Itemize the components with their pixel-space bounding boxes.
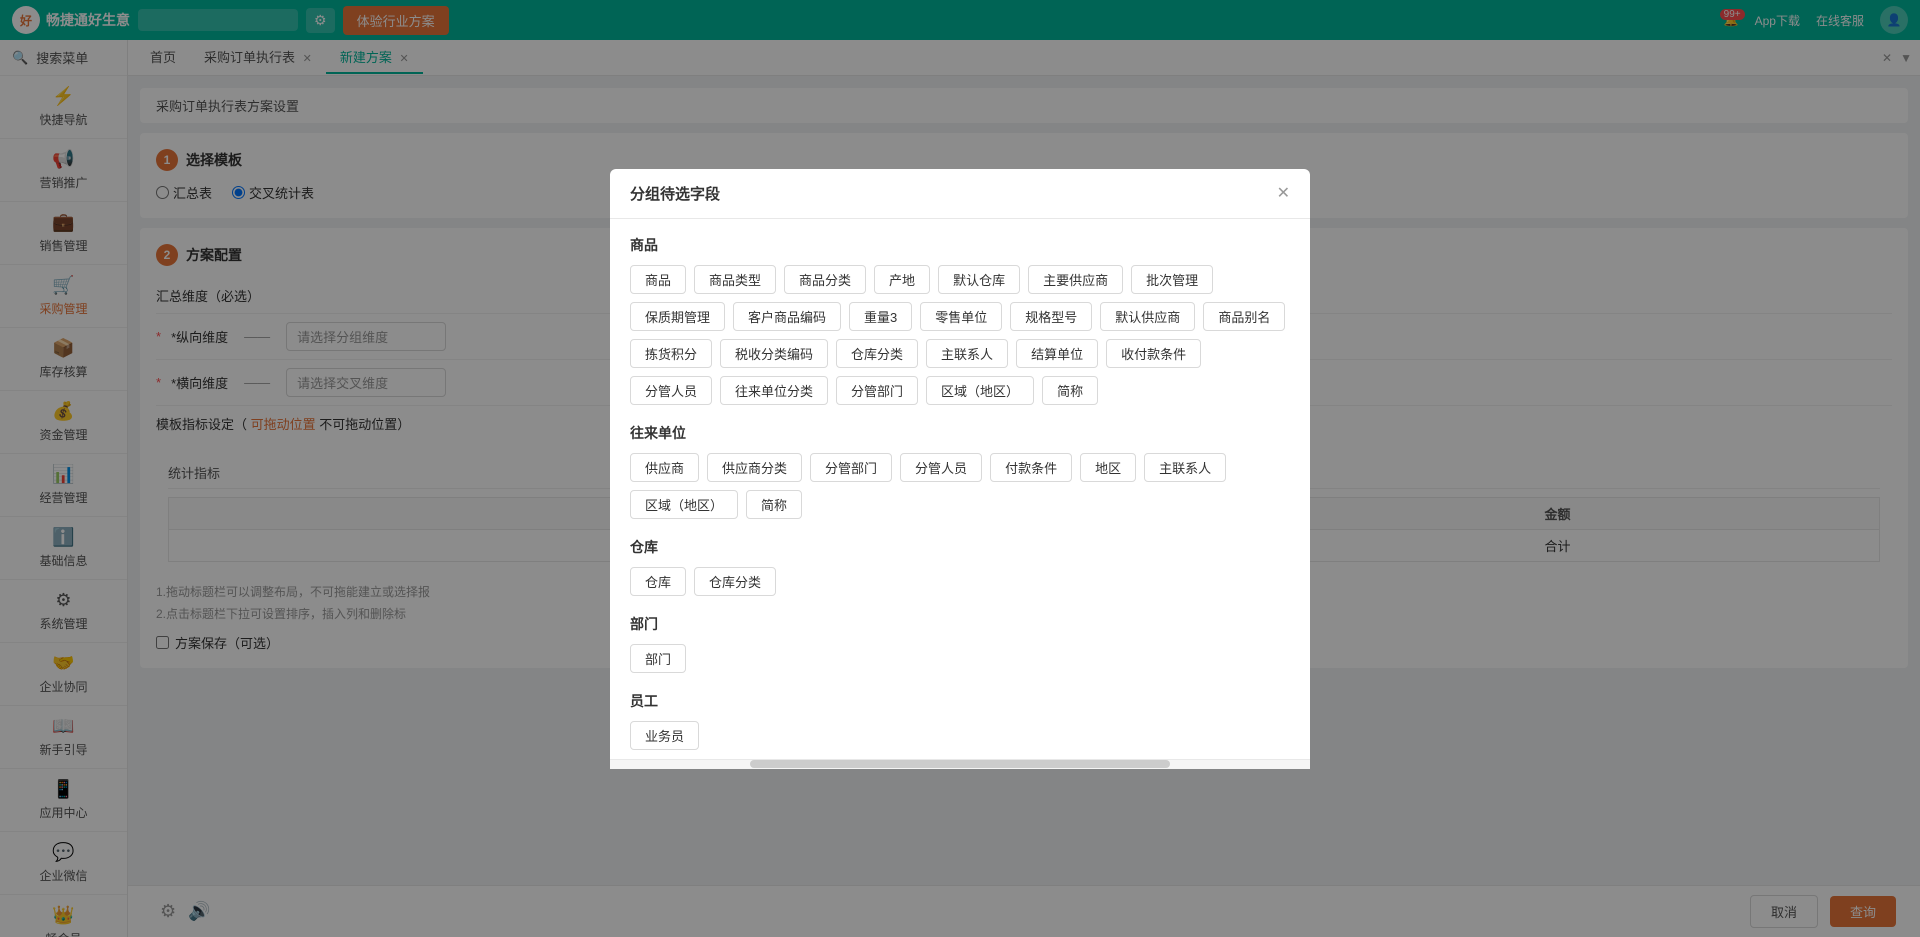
field-group-dept: 部门 部门 bbox=[630, 614, 1290, 673]
modal-hscrollbar[interactable] bbox=[610, 759, 1310, 769]
tag-area-partner[interactable]: 区域（地区） bbox=[630, 490, 738, 519]
tag-settlement-unit[interactable]: 结算单位 bbox=[1016, 339, 1098, 368]
tag-short-name-partner[interactable]: 简称 bbox=[746, 490, 802, 519]
tag-goods-alias[interactable]: 商品别名 bbox=[1203, 302, 1285, 331]
group-title-warehouse: 仓库 bbox=[630, 537, 1290, 557]
tag-goods-category[interactable]: 商品分类 bbox=[784, 265, 866, 294]
employee-field-tags: 业务员 bbox=[630, 721, 1290, 750]
group-title-goods: 商品 bbox=[630, 235, 1290, 255]
modal-overlay: 分组待选字段 ✕ 商品 商品 商品类型 商品分类 产地 默认仓库 主要供应商 批… bbox=[0, 0, 1920, 937]
tag-expiry-mgmt[interactable]: 保质期管理 bbox=[630, 302, 725, 331]
warehouse-field-tags: 仓库 仓库分类 bbox=[630, 567, 1290, 596]
tag-batch-mgmt[interactable]: 批次管理 bbox=[1131, 265, 1213, 294]
tag-payment-terms-partner[interactable]: 付款条件 bbox=[990, 453, 1072, 482]
tag-partner-category[interactable]: 往来单位分类 bbox=[720, 376, 828, 405]
group-title-dept: 部门 bbox=[630, 614, 1290, 634]
tag-default-supplier[interactable]: 默认供应商 bbox=[1100, 302, 1195, 331]
tag-region-partner[interactable]: 地区 bbox=[1080, 453, 1136, 482]
modal-header: 分组待选字段 ✕ bbox=[610, 169, 1310, 219]
tag-warehouse[interactable]: 仓库 bbox=[630, 567, 686, 596]
tag-region-goods[interactable]: 区域（地区） bbox=[926, 376, 1034, 405]
tag-dept-partner[interactable]: 分管部门 bbox=[810, 453, 892, 482]
tag-default-warehouse[interactable]: 默认仓库 bbox=[938, 265, 1020, 294]
tag-origin[interactable]: 产地 bbox=[874, 265, 930, 294]
tag-payment-terms[interactable]: 收付款条件 bbox=[1106, 339, 1201, 368]
tag-main-contact-partner[interactable]: 主联系人 bbox=[1144, 453, 1226, 482]
field-group-employee: 员工 业务员 bbox=[630, 691, 1290, 750]
goods-field-tags: 商品 商品类型 商品分类 产地 默认仓库 主要供应商 批次管理 保质期管理 客户… bbox=[630, 265, 1290, 405]
hscroll-thumb bbox=[750, 760, 1170, 768]
tag-weight3[interactable]: 重量3 bbox=[849, 302, 912, 331]
field-select-modal: 分组待选字段 ✕ 商品 商品 商品类型 商品分类 产地 默认仓库 主要供应商 批… bbox=[610, 169, 1310, 769]
field-group-warehouse: 仓库 仓库 仓库分类 bbox=[630, 537, 1290, 596]
tag-main-contact[interactable]: 主联系人 bbox=[926, 339, 1008, 368]
tag-short-name-goods[interactable]: 简称 bbox=[1042, 376, 1098, 405]
field-group-goods: 商品 商品 商品类型 商品分类 产地 默认仓库 主要供应商 批次管理 保质期管理… bbox=[630, 235, 1290, 405]
tag-employee[interactable]: 业务员 bbox=[630, 721, 699, 750]
modal-close-button[interactable]: ✕ bbox=[1277, 183, 1290, 203]
tag-supplier[interactable]: 供应商 bbox=[630, 453, 699, 482]
tag-pick-points[interactable]: 拣货积分 bbox=[630, 339, 712, 368]
group-title-employee: 员工 bbox=[630, 691, 1290, 711]
tag-warehouse-cat[interactable]: 仓库分类 bbox=[694, 567, 776, 596]
modal-title: 分组待选字段 bbox=[630, 183, 720, 204]
tag-goods-type[interactable]: 商品类型 bbox=[694, 265, 776, 294]
tag-customer-sku[interactable]: 客户商品编码 bbox=[733, 302, 841, 331]
tag-tax-code[interactable]: 税收分类编码 bbox=[720, 339, 828, 368]
tag-goods[interactable]: 商品 bbox=[630, 265, 686, 294]
field-group-partner: 往来单位 供应商 供应商分类 分管部门 分管人员 付款条件 地区 主联系人 区域… bbox=[630, 423, 1290, 519]
group-title-partner: 往来单位 bbox=[630, 423, 1290, 443]
dept-field-tags: 部门 bbox=[630, 644, 1290, 673]
tag-spec[interactable]: 规格型号 bbox=[1010, 302, 1092, 331]
tag-dept[interactable]: 部门 bbox=[630, 644, 686, 673]
tag-manager[interactable]: 分管人员 bbox=[630, 376, 712, 405]
tag-warehouse-category[interactable]: 仓库分类 bbox=[836, 339, 918, 368]
modal-body: 商品 商品 商品类型 商品分类 产地 默认仓库 主要供应商 批次管理 保质期管理… bbox=[610, 219, 1310, 759]
tag-main-supplier[interactable]: 主要供应商 bbox=[1028, 265, 1123, 294]
partner-field-tags: 供应商 供应商分类 分管部门 分管人员 付款条件 地区 主联系人 区域（地区） … bbox=[630, 453, 1290, 519]
tag-dept-goods[interactable]: 分管部门 bbox=[836, 376, 918, 405]
tag-manager-partner[interactable]: 分管人员 bbox=[900, 453, 982, 482]
tag-supplier-category[interactable]: 供应商分类 bbox=[707, 453, 802, 482]
tag-retail-unit[interactable]: 零售单位 bbox=[920, 302, 1002, 331]
